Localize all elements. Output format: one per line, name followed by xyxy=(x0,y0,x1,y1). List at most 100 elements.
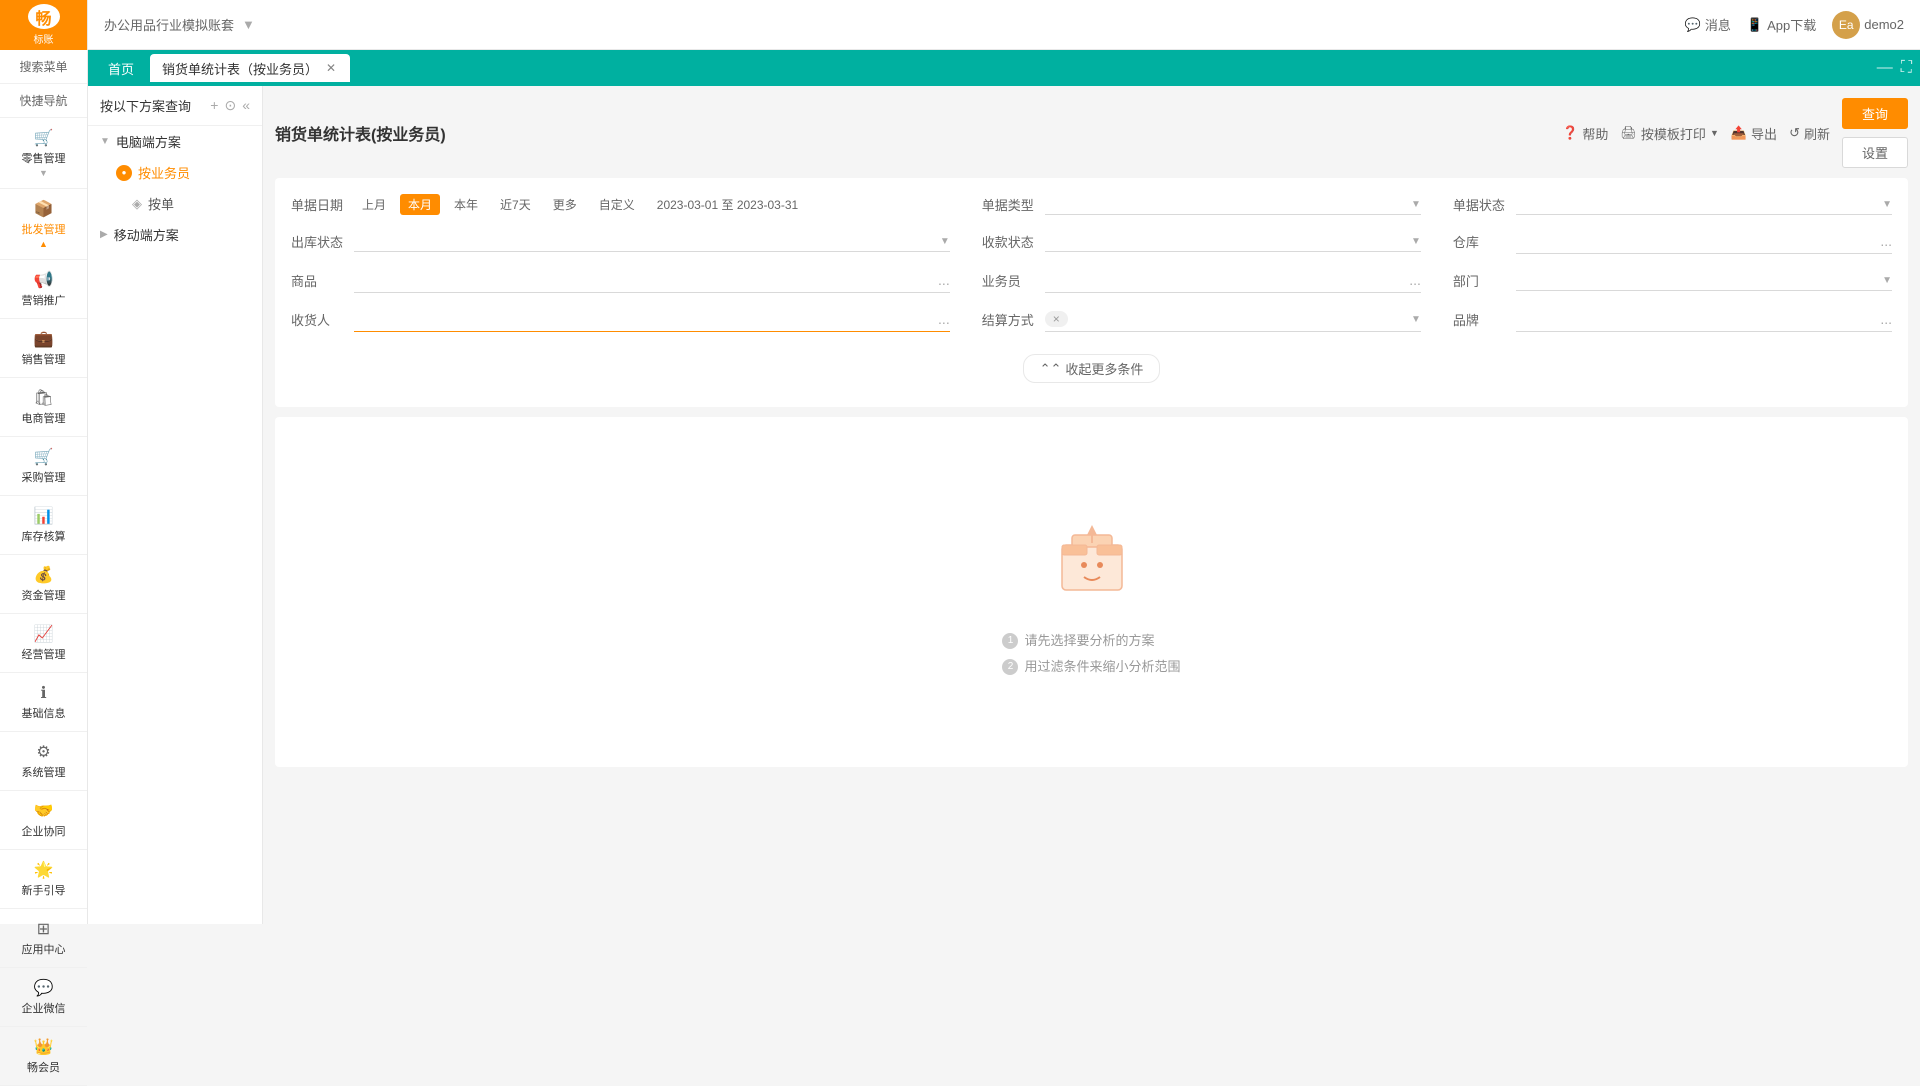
date-btn-this-month[interactable]: 本月 xyxy=(400,194,440,215)
print-btn[interactable]: 🖨 按模板打印 ▼ xyxy=(1620,124,1718,143)
sidebar-item-ops-label: 经营管理 xyxy=(22,646,66,662)
salesperson-dots[interactable]: ... xyxy=(1409,272,1421,288)
date-btn-more[interactable]: 更多 xyxy=(545,194,585,215)
sidebar-item-purchase[interactable]: 🛒 采购管理 xyxy=(0,437,87,496)
date-btn-last-month[interactable]: 上月 xyxy=(354,194,394,215)
tree-desktop-schemes[interactable]: ▼ 电脑端方案 xyxy=(88,126,262,157)
sidebar-item-apps-label: 应用中心 xyxy=(22,941,66,957)
tree-mobile-label: 移动端方案 xyxy=(114,225,179,244)
sidebar-search[interactable]: 搜索菜单 xyxy=(0,50,87,84)
warehouse-input[interactable]: ... xyxy=(1516,229,1892,254)
settings-button[interactable]: 设置 xyxy=(1842,137,1908,168)
doc-type-input[interactable]: ▼ xyxy=(1045,195,1421,215)
collapse-panel-btn[interactable]: « xyxy=(242,97,250,114)
query-setting-group: 查询 设置 xyxy=(1842,98,1908,168)
tab-minimize-btn[interactable]: — xyxy=(1877,59,1893,77)
collapse-label: 收起更多条件 xyxy=(1065,359,1143,378)
refresh-btn[interactable]: ↺ 刷新 xyxy=(1789,124,1830,143)
tree-sub-child-order[interactable]: ◈ 按单 xyxy=(88,188,262,219)
marketing-icon: 📢 xyxy=(34,270,54,290)
message-btn[interactable]: 💬 消息 xyxy=(1685,15,1731,34)
date-btn-custom[interactable]: 自定义 xyxy=(591,194,643,215)
settlement-x[interactable]: × xyxy=(1053,312,1060,326)
basic-icon: ℹ xyxy=(40,683,46,703)
sidebar-item-stock[interactable]: 📊 库存核算 xyxy=(0,496,87,555)
page-title: 销货单统计表(按业务员) xyxy=(275,121,446,145)
brand-label: 品牌 xyxy=(1453,310,1508,329)
sidebar-item-sales[interactable]: 💼 销售管理 xyxy=(0,319,87,378)
sidebar-item-finance[interactable]: 💰 资金管理 xyxy=(0,555,87,614)
brand-dots[interactable]: ... xyxy=(1880,311,1892,327)
doc-status-input[interactable]: ▼ xyxy=(1516,195,1892,215)
sidebar-item-finance-label: 资金管理 xyxy=(22,587,66,603)
dept-input[interactable]: ▼ xyxy=(1516,271,1892,291)
out-status-input[interactable]: ▼ xyxy=(354,232,950,252)
goods-dots[interactable]: ... xyxy=(938,272,950,288)
suite-name: 办公用品行业模拟账套 xyxy=(104,15,234,34)
left-panel-title: 按以下方案查询 xyxy=(100,96,191,115)
export-btn[interactable]: 📤 导出 xyxy=(1731,124,1777,143)
app-download-btn[interactable]: 📱 App下载 xyxy=(1747,15,1816,34)
tree-mobile-schemes[interactable]: ▶ 移动端方案 xyxy=(88,219,262,250)
collapse-btn[interactable]: ⌃⌃ 收起更多条件 xyxy=(1023,354,1161,383)
sidebar-item-basic[interactable]: ℹ 基础信息 xyxy=(0,673,87,732)
recipient-input[interactable]: ... xyxy=(354,307,950,332)
sidebar-item-system[interactable]: ⚙ 系统管理 xyxy=(0,732,87,791)
sidebar-item-member[interactable]: 👑 畅会员 xyxy=(0,1027,87,1086)
sidebar-item-ecom[interactable]: 🛍 电商管理 xyxy=(0,378,87,437)
system-icon: ⚙ xyxy=(36,742,50,762)
hint-text-2: 用过滤条件来缩小分析范围 xyxy=(1024,654,1180,680)
sidebar-item-wechat[interactable]: 💬 企业微信 xyxy=(0,968,87,1027)
filter-dept: 部门 ▼ xyxy=(1453,271,1892,291)
sidebar-item-member-label: 畅会员 xyxy=(27,1059,60,1075)
out-status-label: 出库状态 xyxy=(291,232,346,251)
sidebar-item-ops[interactable]: 📈 经营管理 xyxy=(0,614,87,673)
sidebar-item-marketing[interactable]: 📢 营销推广 xyxy=(0,260,87,319)
recipient-dots[interactable]: ... xyxy=(938,311,950,327)
query-button[interactable]: 查询 xyxy=(1842,98,1908,129)
print-dropdown-icon: ▼ xyxy=(1710,128,1719,138)
tree-child-salesperson[interactable]: ● 按业务员 xyxy=(88,157,262,188)
settlement-arrow: ▼ xyxy=(1411,314,1421,325)
doc-status-arrow: ▼ xyxy=(1882,199,1892,210)
doc-type-arrow: ▼ xyxy=(1411,199,1421,210)
collapse-icon: ⌃⌃ xyxy=(1040,361,1062,377)
goods-input[interactable]: ... xyxy=(354,268,950,293)
settings-scheme-btn[interactable]: ⊙ xyxy=(224,97,236,114)
settlement-input[interactable]: × ▼ xyxy=(1045,307,1421,332)
doc-type-label: 单据类型 xyxy=(982,195,1037,214)
collect-status-input[interactable]: ▼ xyxy=(1045,232,1421,252)
sidebar-quick[interactable]: 快捷导航 xyxy=(0,84,87,118)
sidebar-item-newbie[interactable]: 🌟 新手引导 xyxy=(0,850,87,909)
help-btn[interactable]: ❓ 帮助 xyxy=(1562,124,1608,143)
tab-expand-btn[interactable]: ⛶ xyxy=(1901,59,1912,77)
left-panel-actions: + ⊙ « xyxy=(210,97,250,114)
warehouse-dots[interactable]: ... xyxy=(1880,233,1892,249)
hint-text-1: 请先选择要分析的方案 xyxy=(1024,628,1154,654)
user-area[interactable]: Ea demo2 xyxy=(1832,11,1904,39)
sidebar-item-wholesale[interactable]: 📦 批发管理 ▲ xyxy=(0,189,87,260)
filter-warehouse: 仓库 ... xyxy=(1453,229,1892,254)
enterprise-icon: 🤝 xyxy=(34,801,54,821)
sidebar-item-apps[interactable]: ⊞ 应用中心 xyxy=(0,909,87,968)
filter-row-2: 出库状态 ▼ 收款状态 ▼ xyxy=(291,229,1892,254)
collect-status-label: 收款状态 xyxy=(982,232,1037,251)
date-btn-last-7[interactable]: 近7天 xyxy=(492,194,539,215)
date-btn-this-year[interactable]: 本年 xyxy=(446,194,486,215)
salesperson-label: 业务员 xyxy=(982,271,1037,290)
brand-input[interactable]: ... xyxy=(1516,307,1892,332)
suite-dropdown-icon[interactable]: ▼ xyxy=(242,17,255,32)
sidebar-item-enterprise[interactable]: 🤝 企业协同 xyxy=(0,791,87,850)
tree-sub-child-order-label: 按单 xyxy=(148,194,174,213)
salesperson-input[interactable]: ... xyxy=(1045,268,1421,293)
retail-icon: 🛒 xyxy=(34,128,54,148)
message-icon: 💬 xyxy=(1685,17,1701,33)
print-icon: 🖨 xyxy=(1620,125,1637,141)
tab-home[interactable]: 首页 xyxy=(96,54,146,82)
logo-char: 畅 xyxy=(35,5,51,29)
add-scheme-btn[interactable]: + xyxy=(210,97,218,114)
tab-sales-stat[interactable]: 销货单统计表（按业务员） ✕ xyxy=(150,54,350,82)
tab-close-icon[interactable]: ✕ xyxy=(324,61,338,75)
sidebar-item-retail[interactable]: 🛒 零售管理 ▼ xyxy=(0,118,87,189)
filter-brand: 品牌 ... xyxy=(1453,307,1892,332)
